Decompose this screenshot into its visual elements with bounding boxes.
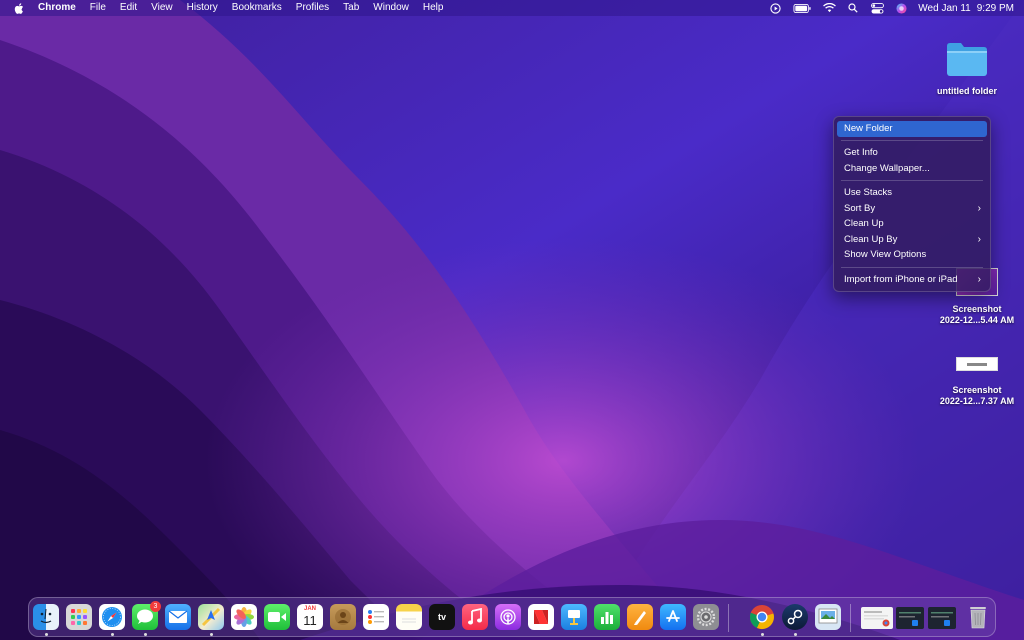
running-indicator bbox=[794, 633, 797, 636]
chrome-icon[interactable] bbox=[749, 604, 775, 630]
desktop-item-label-line2: 2022-12...5.44 AM bbox=[939, 315, 1015, 325]
dock-separator bbox=[728, 604, 729, 632]
running-indicator bbox=[111, 633, 114, 636]
keynote-icon[interactable] bbox=[561, 604, 587, 630]
menu-item-use-stacks[interactable]: Use Stacks bbox=[837, 185, 987, 201]
menu-item-label: Show View Options bbox=[844, 249, 927, 261]
clock-time: 9:29 PM bbox=[976, 2, 1014, 14]
spotlight-search-icon[interactable] bbox=[846, 2, 860, 14]
menu-history[interactable]: History bbox=[180, 0, 225, 16]
menu-item-label: New Folder bbox=[844, 123, 893, 134]
menu-item-label: Import from iPhone or iPad bbox=[844, 273, 958, 285]
menu-edit[interactable]: Edit bbox=[113, 0, 144, 16]
control-center-icon[interactable] bbox=[870, 2, 884, 14]
trash-icon[interactable] bbox=[965, 604, 991, 630]
calendar-month: JAN bbox=[303, 606, 316, 612]
desktop-folder-untitled[interactable]: untitled folder bbox=[921, 40, 1013, 97]
menu-item-get-info[interactable]: Get Info bbox=[837, 145, 987, 161]
music-icon[interactable] bbox=[462, 604, 488, 630]
app-store-icon[interactable] bbox=[660, 604, 686, 630]
running-indicator bbox=[210, 633, 213, 636]
apple-menu-icon[interactable] bbox=[12, 0, 26, 16]
preview-icon[interactable] bbox=[815, 604, 841, 630]
menu-tab[interactable]: Tab bbox=[336, 0, 366, 16]
safari-icon[interactable] bbox=[99, 604, 125, 630]
facetime-icon[interactable] bbox=[264, 604, 290, 630]
minimized-window-2[interactable] bbox=[896, 607, 924, 629]
running-indicator bbox=[144, 633, 147, 636]
mail-icon[interactable] bbox=[165, 604, 191, 630]
desktop-item-label-line2: 2022-12...7.37 AM bbox=[939, 396, 1015, 406]
chevron-right-icon: › bbox=[977, 273, 981, 285]
notes-icon[interactable] bbox=[396, 604, 422, 630]
pages-icon[interactable] bbox=[627, 604, 653, 630]
menu-item-label: Get Info bbox=[844, 147, 878, 159]
desktop-context-menu: New Folder Get Info Change Wallpaper... … bbox=[833, 116, 991, 293]
notification-badge: 3 bbox=[150, 601, 161, 612]
screenshot-thumbnail bbox=[956, 357, 998, 371]
dock-separator bbox=[850, 604, 851, 632]
photos-icon[interactable] bbox=[231, 604, 257, 630]
menu-app-name[interactable]: Chrome bbox=[34, 0, 83, 16]
menu-item-label: Use Stacks bbox=[844, 186, 893, 198]
menu-item-sort-by[interactable]: Sort By › bbox=[837, 201, 987, 217]
system-preferences-icon[interactable] bbox=[693, 604, 719, 630]
menu-item-label: Sort By bbox=[844, 202, 876, 214]
menu-item-clean-up-by[interactable]: Clean Up By › bbox=[837, 232, 987, 248]
desktop-wallpaper bbox=[0, 0, 1024, 640]
messages-icon[interactable]: 3 bbox=[132, 601, 161, 630]
play-circle-icon[interactable] bbox=[768, 2, 782, 14]
menu-item-label: Clean Up bbox=[844, 218, 884, 230]
apple-tv-icon[interactable]: tv bbox=[429, 604, 455, 630]
reminders-icon[interactable] bbox=[363, 604, 389, 630]
maps-icon[interactable] bbox=[198, 604, 224, 630]
battery-icon[interactable] bbox=[792, 2, 812, 14]
clock-date: Wed Jan 11 bbox=[918, 2, 971, 14]
desktop-screenshot-2[interactable]: Screenshot 2022-12...7.37 AM bbox=[931, 350, 1023, 407]
desktop-item-label-line1: Screenshot bbox=[952, 304, 1002, 314]
news-icon[interactable] bbox=[528, 604, 554, 630]
menu-item-new-folder[interactable]: New Folder bbox=[837, 121, 987, 137]
menu-bar: Chrome File Edit View History Bookmarks … bbox=[0, 0, 1024, 16]
menu-item-clean-up[interactable]: Clean Up bbox=[837, 216, 987, 232]
menu-item-change-wallpaper[interactable]: Change Wallpaper... bbox=[837, 161, 987, 177]
chevron-right-icon: › bbox=[977, 202, 981, 214]
menu-item-label: Change Wallpaper... bbox=[844, 162, 930, 174]
desktop-item-label-line1: Screenshot bbox=[952, 385, 1002, 395]
dock: 3 JAN 11 tv bbox=[28, 597, 996, 637]
launchpad-icon[interactable] bbox=[66, 604, 92, 630]
wifi-icon[interactable] bbox=[822, 2, 836, 14]
menubar-clock[interactable]: Wed Jan 11 9:29 PM bbox=[918, 3, 1014, 14]
menu-separator bbox=[841, 140, 983, 142]
menu-item-import-from-iphone[interactable]: Import from iPhone or iPad › bbox=[837, 272, 987, 288]
desktop-item-label: untitled folder bbox=[937, 86, 997, 96]
running-indicator bbox=[761, 633, 764, 636]
running-indicator bbox=[45, 633, 48, 636]
menu-view[interactable]: View bbox=[144, 0, 180, 16]
minimized-window-3[interactable] bbox=[928, 607, 956, 629]
menu-profiles[interactable]: Profiles bbox=[289, 0, 336, 16]
finder-icon[interactable] bbox=[33, 604, 59, 630]
podcasts-icon[interactable] bbox=[495, 604, 521, 630]
calendar-day: 11 bbox=[303, 613, 317, 628]
menu-item-show-view-options[interactable]: Show View Options bbox=[837, 247, 987, 263]
minimized-window-1[interactable] bbox=[861, 607, 893, 629]
chevron-right-icon: › bbox=[977, 233, 981, 245]
calendar-icon[interactable]: JAN 11 bbox=[297, 604, 323, 630]
siri-icon[interactable] bbox=[894, 2, 908, 14]
menu-item-label: Clean Up By bbox=[844, 233, 898, 245]
menu-separator bbox=[841, 180, 983, 182]
menu-window[interactable]: Window bbox=[366, 0, 416, 16]
apple-tv-label: tv bbox=[437, 612, 446, 622]
menu-separator bbox=[841, 266, 983, 268]
contacts-icon[interactable] bbox=[330, 604, 356, 630]
menu-bookmarks[interactable]: Bookmarks bbox=[225, 0, 289, 16]
steam-icon[interactable] bbox=[782, 604, 808, 630]
folder-icon bbox=[945, 40, 989, 78]
numbers-icon[interactable] bbox=[594, 604, 620, 630]
menu-file[interactable]: File bbox=[83, 0, 113, 16]
menu-help[interactable]: Help bbox=[416, 0, 451, 16]
